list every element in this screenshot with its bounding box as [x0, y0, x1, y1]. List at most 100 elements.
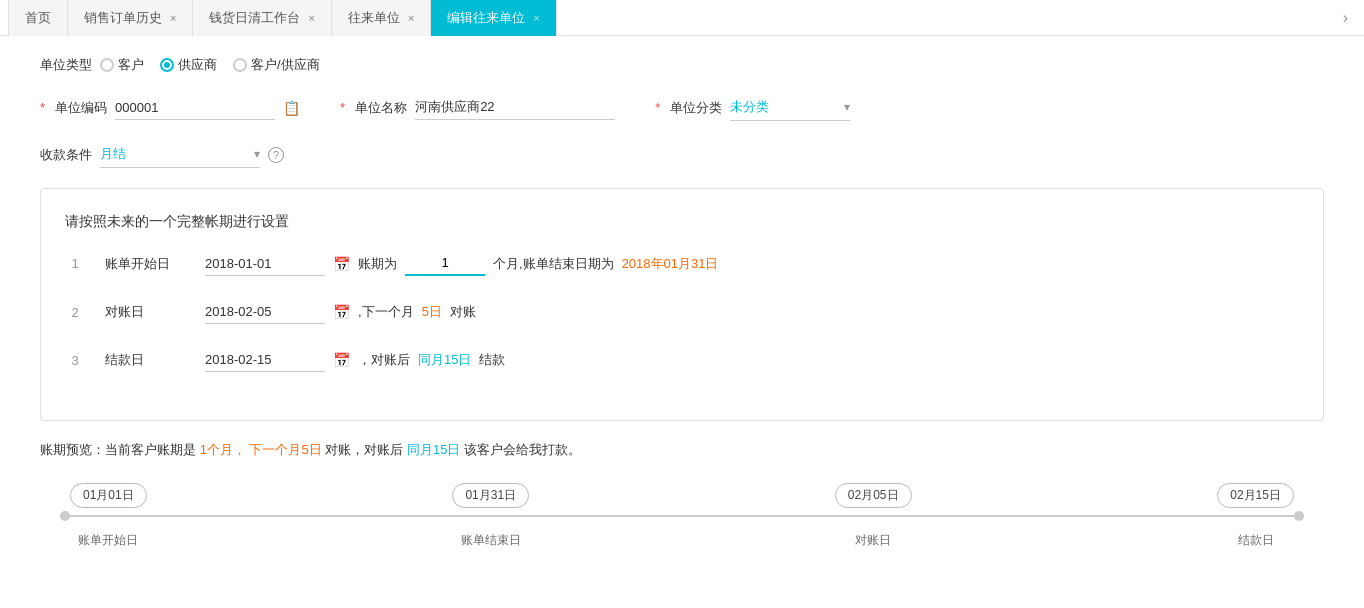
step-3-num: 3 — [65, 353, 85, 368]
unit-name-group: * 单位名称 — [340, 96, 615, 120]
payment-label: 收款条件 — [40, 146, 92, 164]
unit-class-label: 单位分类 — [670, 99, 722, 117]
step-1-input-group: 📅 账期为 个月,账单结束日期为 2018年01月31日 — [205, 251, 718, 276]
step-2-date-input[interactable] — [205, 300, 325, 324]
step-2-calendar-icon[interactable]: 📅 — [333, 304, 350, 320]
radio-supplier[interactable]: 供应商 — [160, 56, 217, 74]
step-3-label: 结款日 — [105, 351, 185, 369]
preview-text: 账期预览：当前客户账期是 1个月， 下一个月5日 对账，对账后 同月15日 该客… — [40, 441, 1324, 459]
preview-middle2: 对账，对账后 — [325, 442, 403, 457]
unit-type-group: 单位类型 客户 供应商 客户/供应商 — [40, 56, 320, 74]
card-section: 请按照未来的一个完整帐期进行设置 1 账单开始日 📅 账期为 个月,账单结束日期… — [40, 188, 1324, 421]
step-1-num: 1 — [65, 256, 85, 271]
timeline-badge-1: 01月31日 — [452, 483, 529, 508]
timeline-point-2: 02月05日 对账日 — [835, 483, 912, 549]
unit-class-star: * — [655, 100, 660, 115]
step-3-suffix-post: 结款 — [479, 351, 505, 369]
unit-info-row: * 单位编码 📋 * 单位名称 * 单位分类 未分类 ▾ — [40, 94, 1324, 121]
tab-partner-close[interactable]: × — [408, 12, 414, 24]
tab-edit-partner-close[interactable]: × — [533, 12, 539, 24]
tab-sales-order-history[interactable]: 销售订单历史 × — [68, 0, 193, 36]
timeline-dot-start — [60, 511, 70, 521]
step-2-input-group: 📅 ,下一个月 5日 对账 — [205, 300, 476, 324]
step-1-row: 1 账单开始日 📅 账期为 个月,账单结束日期为 2018年01月31日 — [65, 251, 1299, 276]
tab-expand-button[interactable]: › — [1335, 9, 1356, 27]
step-3-highlight: 同月15日 — [418, 351, 471, 369]
main-content: 单位类型 客户 供应商 客户/供应商 * 单位编码 — [0, 36, 1364, 608]
timeline-dot-end — [1294, 511, 1304, 521]
tab-edit-partner[interactable]: 编辑往来单位 × — [431, 0, 556, 36]
timeline-point-0: 01月01日 账单开始日 — [70, 483, 147, 549]
timeline-point-1: 01月31日 账单结束日 — [452, 483, 529, 549]
payment-group: 收款条件 月结 ▾ ? — [40, 141, 284, 168]
preview-highlight2: 同月15日 — [407, 442, 460, 457]
timeline-badge-0: 01月01日 — [70, 483, 147, 508]
tab-home[interactable]: 首页 — [8, 0, 68, 36]
unit-name-star: * — [340, 100, 345, 115]
step-1-label: 账单开始日 — [105, 255, 185, 273]
step-1-period-input[interactable] — [405, 251, 485, 276]
step-2-num: 2 — [65, 305, 85, 320]
radio-customer-circle — [100, 58, 114, 72]
radio-customer[interactable]: 客户 — [100, 56, 144, 74]
step-3-calendar-icon[interactable]: 📅 — [333, 352, 350, 368]
radio-supplier-circle — [160, 58, 174, 72]
tab-sales-order-history-close[interactable]: × — [170, 12, 176, 24]
step-3-input-group: 📅 ，对账后 同月15日 结款 — [205, 348, 505, 372]
step-1-suffix: 账期为 — [358, 255, 397, 273]
unit-code-label: 单位编码 — [55, 99, 107, 117]
unit-code-copy-icon[interactable]: 📋 — [283, 100, 300, 116]
unit-code-input[interactable] — [115, 96, 275, 120]
step-1-period-unit: 个月,账单结束日期为 — [493, 255, 614, 273]
unit-type-label: 单位类型 — [40, 56, 92, 74]
preview-suffix: 该客户会给我打款。 — [464, 442, 581, 457]
payment-value: 月结 — [100, 145, 254, 163]
timeline-inner: 01月01日 账单开始日 01月31日 账单结束日 02月05日 对账日 02月… — [70, 483, 1294, 549]
timeline: 01月01日 账单开始日 01月31日 账单结束日 02月05日 对账日 02月… — [60, 483, 1304, 549]
radio-both-circle — [233, 58, 247, 72]
radio-supplier-label: 供应商 — [178, 56, 217, 74]
tab-cash-work-label: 钱货日清工作台 — [209, 9, 300, 27]
step-2-suffix-post: 对账 — [450, 303, 476, 321]
tab-sales-order-history-label: 销售订单历史 — [84, 9, 162, 27]
tab-cash-work[interactable]: 钱货日清工作台 × — [193, 0, 331, 36]
tab-bar: 首页 销售订单历史 × 钱货日清工作台 × 往来单位 × 编辑往来单位 × › — [0, 0, 1364, 36]
radio-both-label: 客户/供应商 — [251, 56, 320, 74]
radio-both[interactable]: 客户/供应商 — [233, 56, 320, 74]
unit-type-row: 单位类型 客户 供应商 客户/供应商 — [40, 56, 1324, 74]
step-2-highlight: 5日 — [422, 303, 442, 321]
unit-class-value: 未分类 — [730, 98, 844, 116]
timeline-wrapper: 01月01日 账单开始日 01月31日 账单结束日 02月05日 对账日 02月… — [40, 483, 1324, 549]
tab-partner[interactable]: 往来单位 × — [332, 0, 431, 36]
timeline-badge-3: 02月15日 — [1217, 483, 1294, 508]
unit-name-input[interactable] — [415, 96, 615, 120]
tab-edit-partner-label: 编辑往来单位 — [447, 9, 525, 27]
step-2-label: 对账日 — [105, 303, 185, 321]
unit-type-radio-group: 客户 供应商 客户/供应商 — [100, 56, 320, 74]
step-1-calendar-icon[interactable]: 📅 — [333, 256, 350, 272]
payment-row: 收款条件 月结 ▾ ? — [40, 141, 1324, 168]
step-3-date-input[interactable] — [205, 348, 325, 372]
step-3-suffix-pre: ，对账后 — [358, 351, 410, 369]
payment-arrow-icon: ▾ — [254, 147, 260, 161]
payment-select[interactable]: 月结 ▾ — [100, 141, 260, 168]
tab-cash-work-close[interactable]: × — [308, 12, 314, 24]
timeline-label-0: 账单开始日 — [78, 532, 138, 549]
unit-name-label: 单位名称 — [355, 99, 407, 117]
payment-help-icon[interactable]: ? — [268, 147, 284, 163]
step-3-row: 3 结款日 📅 ，对账后 同月15日 结款 — [65, 348, 1299, 372]
timeline-badge-2: 02月05日 — [835, 483, 912, 508]
step-2-row: 2 对账日 📅 ,下一个月 5日 对账 — [65, 300, 1299, 324]
tab-partner-label: 往来单位 — [348, 9, 400, 27]
timeline-label-2: 对账日 — [855, 532, 891, 549]
step-1-date-input[interactable] — [205, 252, 325, 276]
timeline-label-1: 账单结束日 — [461, 532, 521, 549]
step-1-period-end: 2018年01月31日 — [622, 255, 719, 273]
timeline-point-3: 02月15日 结款日 — [1217, 483, 1294, 549]
step-2-suffix-pre: ,下一个月 — [358, 303, 414, 321]
unit-class-group: * 单位分类 未分类 ▾ — [655, 94, 850, 121]
unit-class-select[interactable]: 未分类 ▾ — [730, 94, 850, 121]
preview-prefix: 账期预览：当前客户账期是 — [40, 442, 196, 457]
preview-middle1: 下一个月5日 — [249, 442, 321, 457]
unit-code-group: * 单位编码 📋 — [40, 96, 300, 120]
